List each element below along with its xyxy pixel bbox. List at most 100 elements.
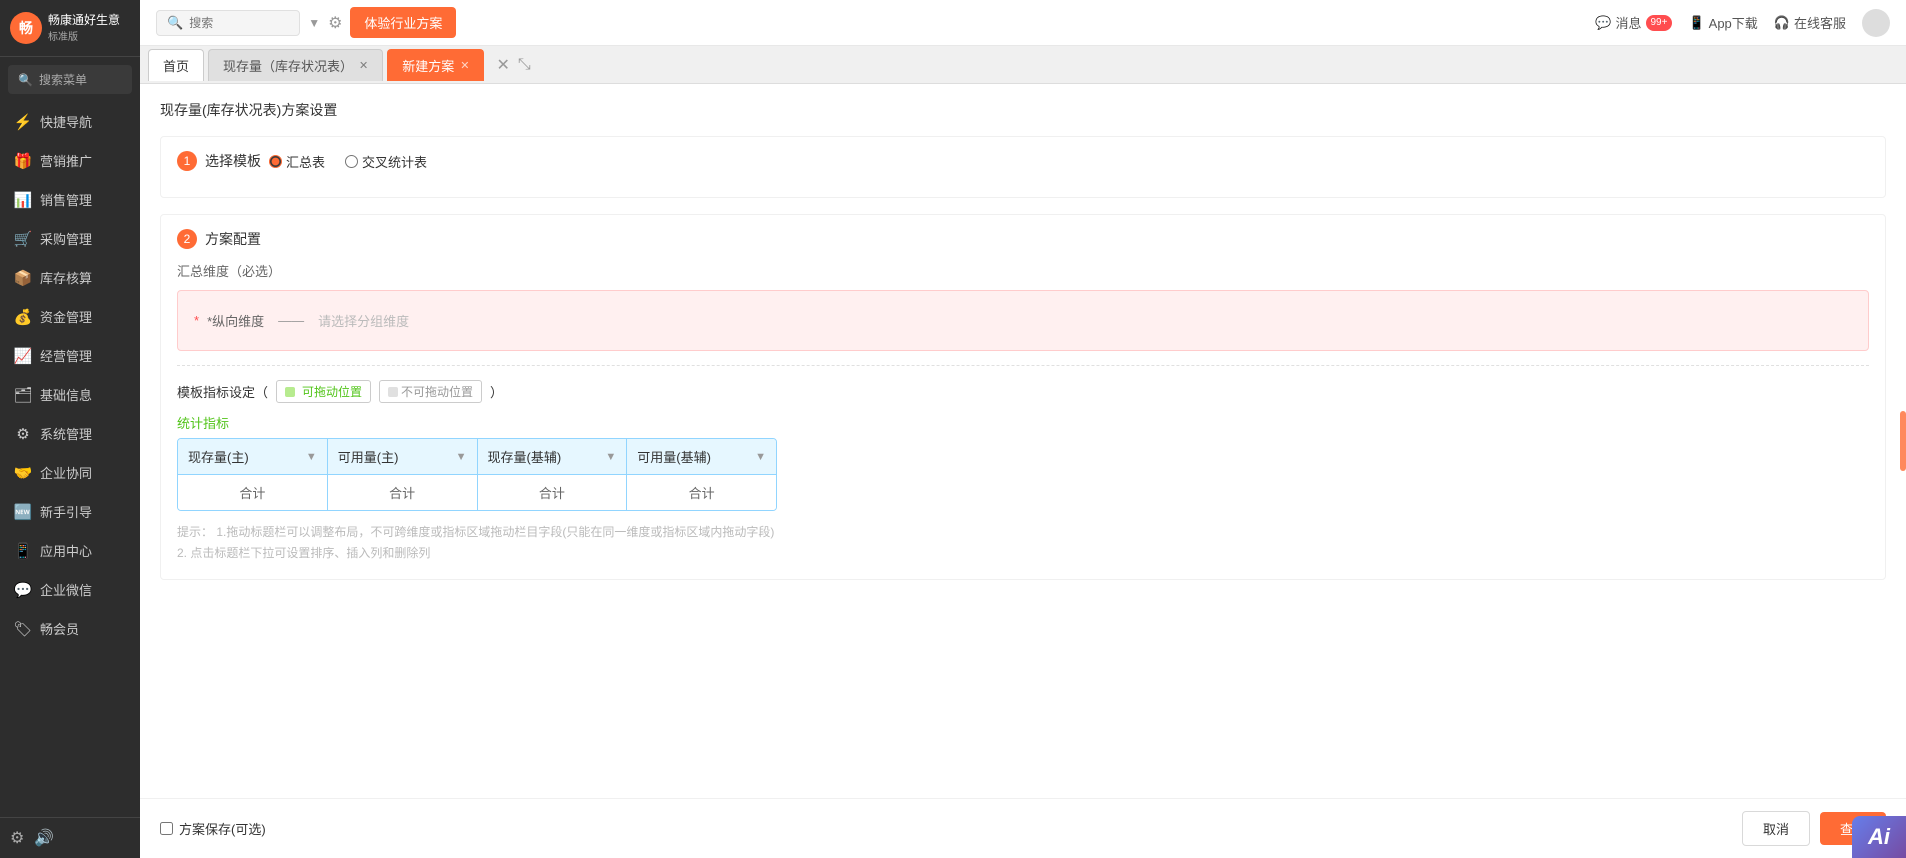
sidebar-item-label: 基础信息: [40, 385, 92, 404]
sidebar-item-member[interactable]: 🏷 畅会员: [0, 609, 140, 648]
col0-dropdown[interactable]: ▼: [306, 451, 317, 463]
wechat-icon: 💬: [14, 581, 32, 599]
vertical-dimension-label: *纵向维度: [207, 311, 264, 330]
user-avatar[interactable]: [1862, 9, 1890, 37]
app-download-group[interactable]: 📱 App下载: [1688, 13, 1757, 32]
radio-cross-label: 交叉统计表: [362, 152, 427, 171]
save-checkbox-label[interactable]: 方案保存(可选): [160, 819, 266, 838]
online-service-label: 在线客服: [1794, 13, 1846, 32]
topbar-dropdown-icon[interactable]: ▼: [308, 16, 320, 30]
tab-new-plan-label: 新建方案: [402, 56, 454, 75]
sidebar-item-inventory[interactable]: 📦 库存核算: [0, 258, 140, 297]
topbar-gear-icon[interactable]: ⚙: [328, 13, 342, 33]
business-icon: 📈: [14, 347, 32, 365]
topbar-search-icon: 🔍: [167, 15, 183, 31]
col3-name: 可用量(基辅): [637, 447, 711, 466]
tab-inventory-status[interactable]: 现存量（库存状况表） ✕: [208, 49, 383, 81]
sidebar-item-cooperation[interactable]: 🤝 企业协同: [0, 453, 140, 492]
section-plan-config: 2 方案配置 汇总维度（必选） * *纵向维度 —— 请选择分组维度 模板指标设…: [160, 214, 1886, 580]
member-icon: 🏷: [14, 620, 32, 638]
alert-box-content: * *纵向维度 —— 请选择分组维度: [194, 311, 1852, 330]
sidebar-item-label: 销售管理: [40, 190, 92, 209]
radio-summary-input[interactable]: [269, 155, 282, 168]
sidebar-item-business[interactable]: 📈 经营管理: [0, 336, 140, 375]
topbar-search-input[interactable]: [189, 16, 289, 30]
tab-inventory-close[interactable]: ✕: [359, 59, 368, 72]
speaker-footer-icon[interactable]: 🔊: [34, 828, 54, 848]
sidebar-item-label: 系统管理: [40, 424, 92, 443]
sidebar: 畅 畅康通好生意 标准版 🔍 搜索菜单 ⚡ 快捷导航 🎁 营销推广 📊 销售管理…: [0, 0, 140, 858]
stats-table-row: 合计 合计 合计 合计: [178, 474, 776, 510]
quick-nav-icon: ⚡: [14, 113, 32, 131]
ai-badge[interactable]: Ai: [1852, 816, 1906, 858]
required-star: *: [194, 313, 199, 328]
gray-dot: [388, 387, 398, 397]
sidebar-item-wechat[interactable]: 💬 企业微信: [0, 570, 140, 609]
sidebar-item-label: 采购管理: [40, 229, 92, 248]
radio-cross[interactable]: 交叉统计表: [345, 152, 427, 171]
tab-inventory-label: 现存量（库存状况表）: [223, 56, 353, 75]
inventory-icon: 📦: [14, 269, 32, 287]
section1-title: 选择模板: [205, 151, 261, 171]
tab-new-plan-close[interactable]: ✕: [460, 59, 469, 72]
cancel-button[interactable]: 取消: [1742, 811, 1810, 846]
col2-dropdown[interactable]: ▼: [605, 451, 616, 463]
sidebar-item-purchase[interactable]: 🛒 采购管理: [0, 219, 140, 258]
window-expand-icon[interactable]: ⤡: [518, 56, 531, 74]
tab-home[interactable]: 首页: [148, 49, 204, 81]
sidebar-item-finance[interactable]: 💰 资金管理: [0, 297, 140, 336]
window-close-icon[interactable]: ✕: [496, 55, 509, 75]
section1-header: 1 选择模板 汇总表 交叉统计表: [177, 151, 1869, 171]
section2-header: 2 方案配置: [177, 229, 1869, 249]
cooperation-icon: 🤝: [14, 464, 32, 482]
cell-2: 合计: [478, 475, 628, 510]
sidebar-search-item[interactable]: 🔍 搜索菜单: [8, 65, 132, 94]
main-area: 🔍 ▼ ⚙ 体验行业方案 💬 消息 99+ 📱 App下载 🎧 在线客服: [140, 0, 1906, 858]
section-choose-template: 1 选择模板 汇总表 交叉统计表: [160, 136, 1886, 198]
indicator-suffix: ）: [490, 382, 503, 401]
sidebar-item-newbie[interactable]: 🆕 新手引导: [0, 492, 140, 531]
sidebar-item-sales[interactable]: 📊 销售管理: [0, 180, 140, 219]
indicator-label-text: 模板指标设定（: [177, 382, 268, 401]
section2-title: 方案配置: [205, 229, 261, 249]
sidebar-item-quick-nav[interactable]: ⚡ 快捷导航: [0, 102, 140, 141]
radio-cross-input[interactable]: [345, 155, 358, 168]
sidebar-item-system[interactable]: ⚙ 系统管理: [0, 414, 140, 453]
dimension-placeholder[interactable]: 请选择分组维度: [318, 311, 409, 330]
page-title: 现存量(库存状况表)方案设置: [160, 100, 1886, 120]
message-group[interactable]: 💬 消息 99+: [1595, 13, 1672, 32]
sidebar-item-label: 经营管理: [40, 346, 92, 365]
indicator-settings-label: 模板指标设定（ 可拖动位置 不可拖动位置 ）: [177, 380, 1869, 403]
col3-dropdown[interactable]: ▼: [755, 451, 766, 463]
radio-summary[interactable]: 汇总表: [269, 152, 325, 171]
newbie-icon: 🆕: [14, 503, 32, 521]
sidebar-nav: 🔍 搜索菜单 ⚡ 快捷导航 🎁 营销推广 📊 销售管理 🛒 采购管理 📦 库存核…: [0, 57, 140, 817]
tips-box: 提示： 1.拖动标题栏可以调整布局，不可跨维度或指标区域拖动栏目字段(只能在同一…: [177, 523, 1869, 561]
tabs-bar: 首页 现存量（库存状况表） ✕ 新建方案 ✕ ✕ ⤡: [140, 46, 1906, 84]
scroll-indicator: [1900, 411, 1906, 471]
headset-icon: 🎧: [1774, 15, 1790, 31]
message-label: 消息: [1615, 13, 1641, 32]
radio-summary-label: 汇总表: [286, 152, 325, 171]
sidebar-item-basic-info[interactable]: 🗂 基础信息: [0, 375, 140, 414]
alert-dash: ——: [278, 313, 304, 328]
bottom-bar: 方案保存(可选) 取消 查询: [140, 798, 1906, 858]
message-icon: 💬: [1595, 15, 1611, 31]
sidebar-item-label: 快捷导航: [40, 112, 92, 131]
col1-dropdown[interactable]: ▼: [456, 451, 467, 463]
app-download-label: App下载: [1709, 13, 1758, 32]
tab-home-label: 首页: [163, 56, 189, 75]
stats-col-2: 现存量(基辅) ▼: [478, 439, 628, 474]
sidebar-item-marketing[interactable]: 🎁 营销推广: [0, 141, 140, 180]
online-service-group[interactable]: 🎧 在线客服: [1774, 13, 1846, 32]
stats-col-1: 可用量(主) ▼: [328, 439, 478, 474]
trial-button[interactable]: 体验行业方案: [350, 7, 456, 38]
cell-3: 合计: [627, 475, 776, 510]
sidebar-item-app-center[interactable]: 📱 应用中心: [0, 531, 140, 570]
step2-badge: 2: [177, 229, 197, 249]
topbar-search-bar[interactable]: 🔍: [156, 10, 300, 36]
save-checkbox-input[interactable]: [160, 822, 173, 835]
purchase-icon: 🛒: [14, 230, 32, 248]
tab-new-plan[interactable]: 新建方案 ✕: [387, 49, 484, 81]
settings-footer-icon[interactable]: ⚙: [10, 828, 24, 848]
